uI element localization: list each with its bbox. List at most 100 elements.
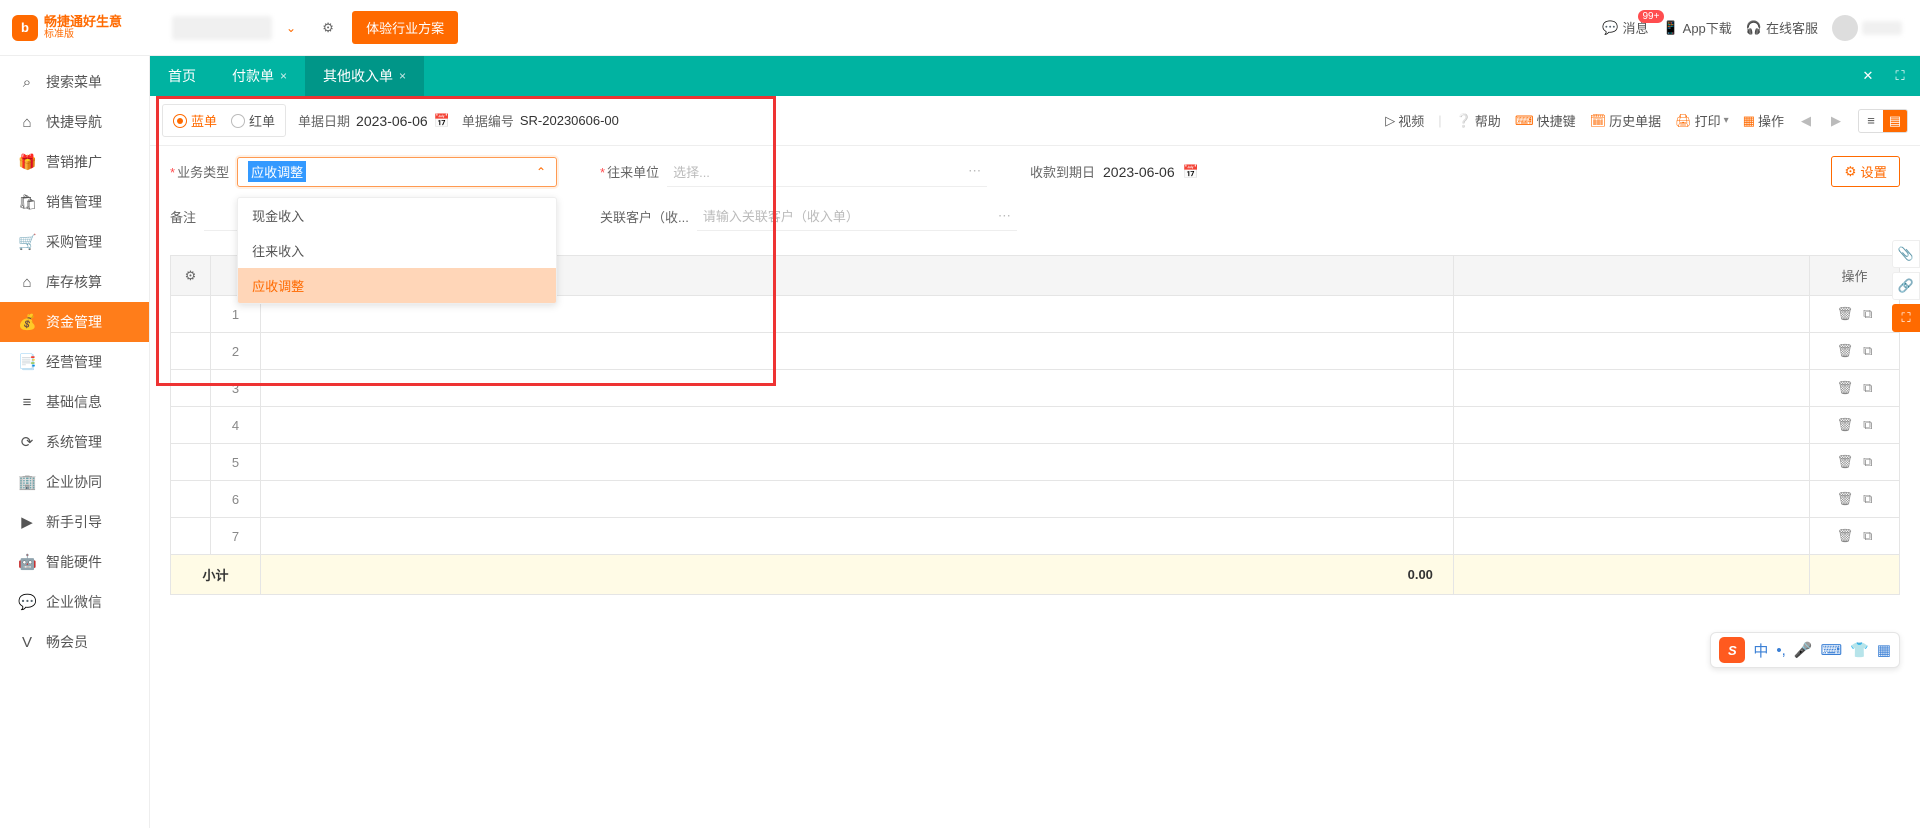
sidebar-item-0[interactable]: ⌕搜索菜单 [0, 62, 149, 102]
radio-blue[interactable]: 蓝单 [173, 111, 217, 130]
attachment-button[interactable]: 📎 [1892, 240, 1920, 268]
row-number: 4 [211, 407, 261, 444]
sidebar-item-8[interactable]: ≡基础信息 [0, 382, 149, 422]
delete-row-button[interactable]: 🗑 [1837, 343, 1854, 359]
online-support-button[interactable]: 🎧 在线客服 [1746, 18, 1818, 37]
doc-date-value[interactable]: 2023-06-06 [356, 113, 428, 129]
tab-close-icon[interactable]: × [399, 69, 406, 83]
settings-button[interactable]: ⚙ 设置 [1831, 156, 1900, 187]
cta-button[interactable]: 体验行业方案 [352, 11, 458, 44]
more-icon[interactable]: ⋯ [968, 163, 981, 179]
operate-button[interactable]: ▦操作 [1743, 111, 1784, 130]
avatar [1832, 15, 1858, 41]
tab-label: 首页 [168, 66, 196, 86]
ime-logo-icon[interactable]: S [1719, 637, 1745, 663]
sidebar-item-12[interactable]: 🤖智能硬件 [0, 542, 149, 582]
copy-row-button[interactable]: ⧉ [1863, 454, 1872, 470]
history-button[interactable]: 🗓历史单据 [1590, 111, 1662, 130]
tab-1[interactable]: 付款单 × [214, 56, 305, 96]
expand-button[interactable]: ⛶ [1892, 304, 1920, 332]
doc-no-label: 单据编号 [462, 111, 514, 130]
tab-close-all-button[interactable]: ✕ [1856, 64, 1880, 88]
tab-2[interactable]: 其他收入单× [305, 56, 424, 96]
biz-type-select[interactable]: 应收调整 ⌃ [237, 157, 557, 187]
delete-row-button[interactable]: 🗑 [1837, 528, 1854, 544]
view-card-button[interactable]: ▤ [1883, 110, 1907, 132]
hotkey-button[interactable]: ⌨快捷键 [1515, 111, 1576, 130]
print-button[interactable]: 🖨打印▾ [1675, 111, 1729, 130]
sidebar-item-13[interactable]: 💬企业微信 [0, 582, 149, 622]
table-row[interactable]: 7 🗑⧉ [171, 518, 1900, 555]
app-download-button[interactable]: 📱 App下载 [1662, 18, 1731, 37]
sidebar-icon: ▶ [18, 513, 36, 531]
radio-red[interactable]: 红单 [231, 111, 275, 130]
due-date-value[interactable]: 2023-06-06 [1103, 164, 1175, 180]
ime-mic-button[interactable]: 🎤 [1794, 641, 1813, 659]
sidebar-icon: 🛒 [18, 233, 36, 251]
biz-type-option-2[interactable]: 应收调整 [238, 268, 556, 303]
sidebar-item-11[interactable]: ▶新手引导 [0, 502, 149, 542]
sidebar-item-7[interactable]: 📑经营管理 [0, 342, 149, 382]
user-menu[interactable] [1832, 15, 1908, 41]
video-button[interactable]: ▷视频 [1385, 111, 1424, 130]
biz-type-group: *业务类型 应收调整 ⌃ 现金收入往来收入应收调整 [170, 157, 570, 187]
delete-row-button[interactable]: 🗑 [1837, 306, 1854, 322]
tab-0[interactable]: 首页 [150, 56, 214, 96]
calendar-icon[interactable]: 📅 [434, 113, 450, 129]
delete-row-button[interactable]: 🗑 [1837, 380, 1854, 396]
sidebar-item-4[interactable]: 🛒采购管理 [0, 222, 149, 262]
ime-keyboard-button[interactable]: ⌨ [1820, 641, 1842, 659]
org-selector[interactable]: ⌄ [172, 16, 304, 40]
prev-doc-button[interactable]: ◀ [1798, 113, 1814, 129]
copy-row-button[interactable]: ⧉ [1863, 491, 1872, 507]
delete-row-button[interactable]: 🗑 [1837, 491, 1854, 507]
table-row[interactable]: 6 🗑⧉ [171, 481, 1900, 518]
sidebar-item-6[interactable]: 💰资金管理 [0, 302, 149, 342]
radio-icon [173, 114, 187, 128]
view-list-button[interactable]: ≡ [1859, 110, 1883, 132]
related-input[interactable]: 请输入关联客户（收入单） ⋯ [697, 201, 1017, 231]
table-row[interactable]: 4 🗑 ⧉ [171, 407, 1900, 444]
biz-type-option-0[interactable]: 现金收入 [238, 198, 556, 233]
sidebar-item-2[interactable]: 🎁营销推广 [0, 142, 149, 182]
messages-button[interactable]: 💬 消息 99+ [1602, 18, 1648, 37]
ime-lang-button[interactable]: 中 [1753, 640, 1768, 661]
copy-row-button[interactable]: ⧉ [1863, 343, 1872, 359]
history-icon: 🗓 [1590, 113, 1607, 129]
sidebar-item-1[interactable]: ⌂快捷导航 [0, 102, 149, 142]
copy-row-button[interactable]: ⧉ [1863, 528, 1872, 544]
table-row[interactable]: 2 🗑⧉ [171, 333, 1900, 370]
more-icon[interactable]: ⋯ [998, 208, 1011, 224]
sidebar-item-5[interactable]: ⌂库存核算 [0, 262, 149, 302]
sidebar-item-10[interactable]: 🏢企业协同 [0, 462, 149, 502]
sidebar-item-14[interactable]: V畅会员 [0, 622, 149, 662]
copy-row-button[interactable]: ⧉ [1863, 380, 1872, 396]
ime-grid-button[interactable]: ▦ [1877, 641, 1891, 659]
table-row[interactable]: 3 🗑⧉ [171, 370, 1900, 407]
link-button[interactable]: 🔗 [1892, 272, 1920, 300]
ime-skin-button[interactable]: 👕 [1850, 641, 1869, 659]
biz-type-option-1[interactable]: 往来收入 [238, 233, 556, 268]
sidebar-item-9[interactable]: ⟳系统管理 [0, 422, 149, 462]
tab-close-icon[interactable]: × [280, 69, 287, 83]
copy-row-button[interactable]: ⧉ [1863, 306, 1872, 322]
sidebar-item-3[interactable]: 🛍销售管理 [0, 182, 149, 222]
calendar-icon[interactable]: 📅 [1183, 164, 1199, 180]
radio-blue-label: 蓝单 [191, 111, 217, 130]
biz-type-label: 业务类型 [177, 165, 229, 180]
help-button[interactable]: ❔帮助 [1456, 111, 1501, 130]
copy-row-button[interactable]: ⧉ [1863, 417, 1872, 433]
sidebar-item-label: 基础信息 [46, 392, 102, 412]
table-row[interactable]: 5 🗑⧉ [171, 444, 1900, 481]
next-doc-button[interactable]: ▶ [1828, 113, 1844, 129]
table-config-header[interactable]: ⚙ [171, 256, 211, 296]
ime-punct-button[interactable]: •, [1776, 642, 1785, 659]
settings-button[interactable]: ⚙ [314, 14, 342, 42]
contact-input[interactable]: 选择... ⋯ [667, 157, 987, 187]
tab-expand-button[interactable]: ⛶ [1888, 64, 1912, 88]
subtotal-label: 小计 [171, 555, 261, 595]
tab-label: 付款单 [232, 66, 274, 86]
delete-row-button[interactable]: 🗑 [1837, 454, 1854, 470]
delete-row-button[interactable]: 🗑 [1837, 417, 1854, 433]
sidebar-item-label: 营销推广 [46, 152, 102, 172]
